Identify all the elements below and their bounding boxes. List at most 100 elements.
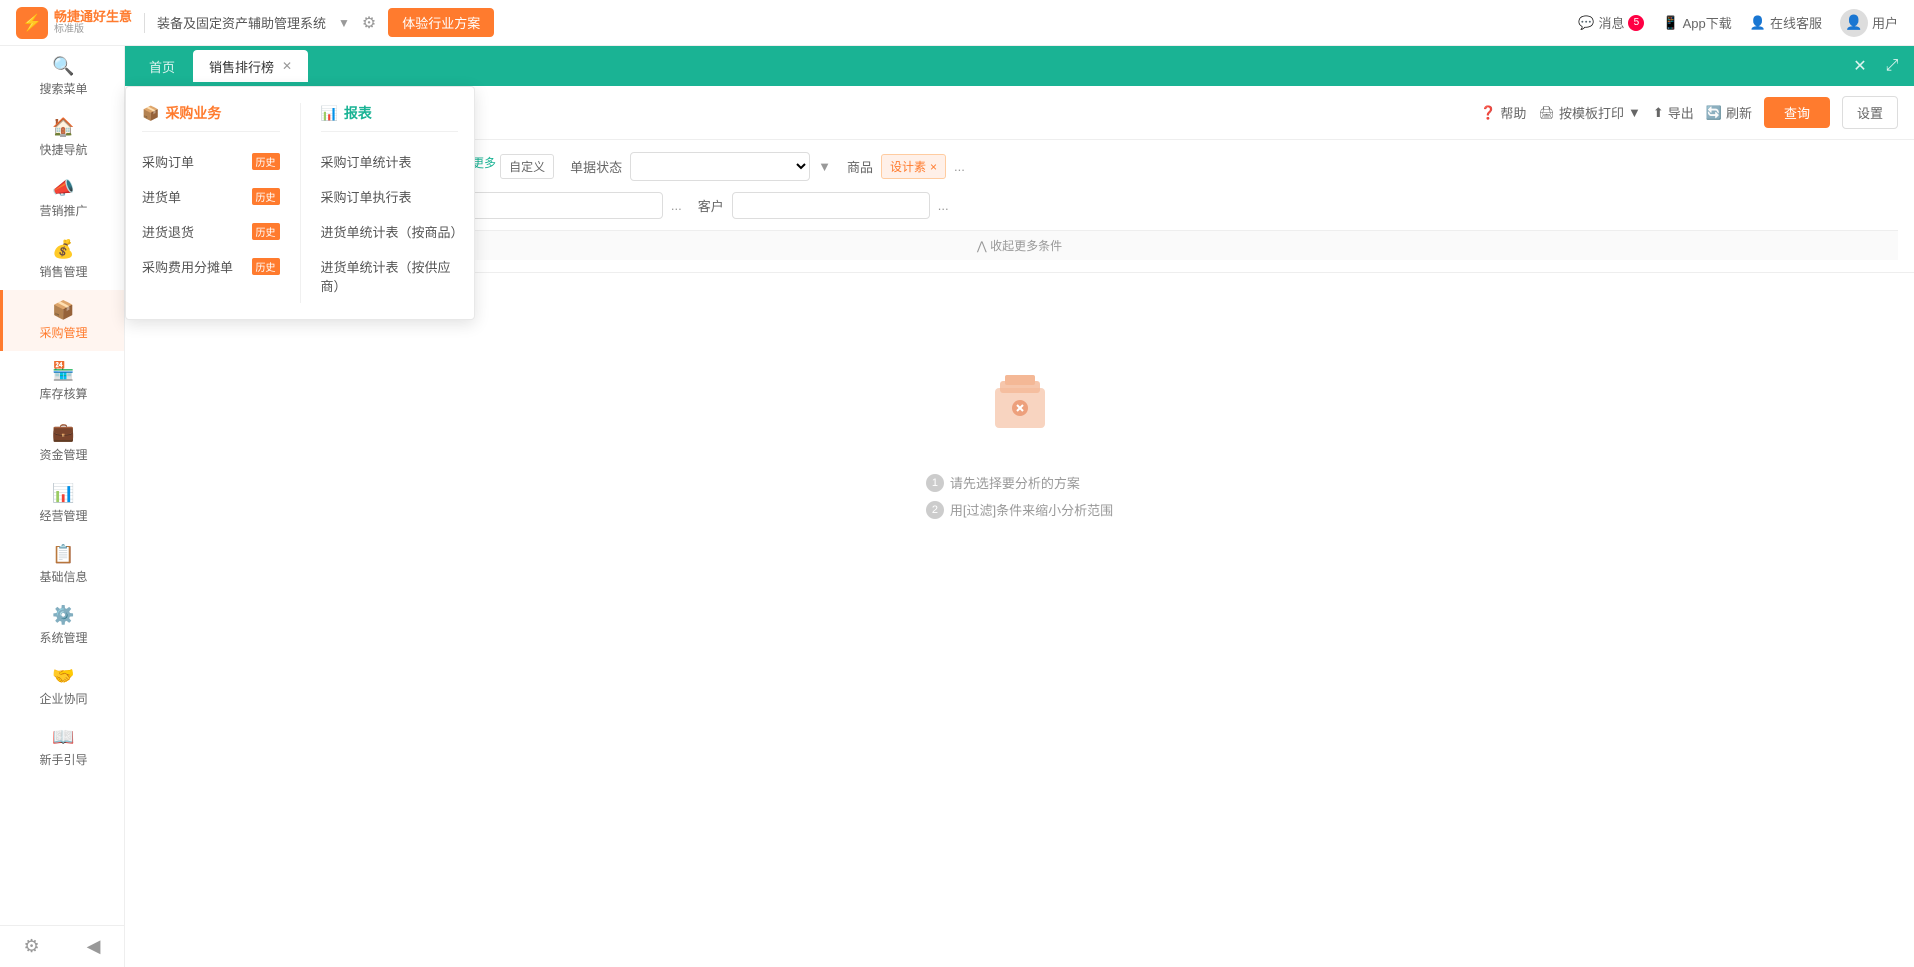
sidebar-item-finance[interactable]: 💼 资金管理 [0, 412, 124, 473]
sidebar-item-guide[interactable]: 📖 新手引导 [0, 717, 124, 778]
refresh-icon: 🔄 [1706, 105, 1722, 121]
sidebar-item-inventory[interactable]: 🏪 库存核算 [0, 351, 124, 412]
goods-return-label: 进货退货 [142, 222, 194, 241]
tab-close-icon[interactable]: ✕ [282, 59, 292, 73]
purchase-expense-label: 采购费用分摊单 [142, 257, 233, 276]
online-service-label: 在线客服 [1770, 13, 1822, 32]
dropdown-item-receipt-by-product[interactable]: 进货单统计表（按商品） [321, 214, 459, 249]
user-label: 用户 [1872, 13, 1898, 32]
refresh-action[interactable]: 🔄 刷新 [1706, 103, 1752, 122]
sidebar-item-sales[interactable]: 💰 销售管理 [0, 229, 124, 290]
salesperson-more[interactable]: ... [671, 198, 682, 213]
sidebar-label-finance: 资金管理 [39, 446, 87, 463]
dropdown-item-purchase-expense[interactable]: 采购费用分摊单 历史 [142, 249, 280, 284]
goods-receipt-history: 历史 [252, 188, 280, 205]
shortcut-more[interactable]: 更多 [472, 154, 496, 179]
sidebar-label-system: 系统管理 [39, 629, 87, 646]
avatar: 👤 [1840, 9, 1868, 37]
shortcut-custom[interactable]: 自定义 [500, 154, 554, 179]
sidebar-label-purchase: 采购管理 [39, 324, 87, 341]
print-label: 按模板打印 [1559, 103, 1624, 122]
sidebar-label-quick-nav: 快捷导航 [39, 141, 87, 158]
dropdown-item-order-exec[interactable]: 采购订单执行表 [321, 179, 459, 214]
help-action[interactable]: ❓ 帮助 [1480, 103, 1526, 122]
sidebar-item-system[interactable]: ⚙️ 系统管理 [0, 595, 124, 656]
logo-area: ⚡ 畅捷通好生意 标准版 [16, 7, 132, 39]
salesperson-input[interactable] [465, 192, 663, 219]
service-icon: 👤 [1750, 15, 1766, 31]
print-action[interactable]: 🖨 按模板打印 ▼ [1538, 103, 1640, 122]
tab-sales-rank[interactable]: 销售排行榜 ✕ [193, 50, 308, 82]
doc-status-select[interactable] [630, 152, 810, 181]
collapse-label: ⋀ 收起更多条件 [977, 239, 1062, 253]
print-dropdown-icon[interactable]: ▼ [1628, 105, 1641, 120]
order-stats-label: 采购订单统计表 [321, 152, 412, 171]
product-tag-close[interactable]: × [930, 160, 937, 174]
logo-sub: 标准版 [54, 24, 132, 36]
dropdown-item-order-stats[interactable]: 采购订单统计表 [321, 144, 459, 179]
sidebar-settings-btn[interactable]: ⚙ [24, 936, 40, 957]
notification-action[interactable]: 💬 消息 5 [1578, 13, 1644, 32]
doc-status-label: 单据状态 [570, 157, 622, 176]
sidebar-label-enterprise: 企业协同 [39, 690, 87, 707]
sidebar-label-guide: 新手引导 [39, 751, 87, 768]
app-download-action[interactable]: 📱 App下载 [1662, 13, 1731, 32]
user-action[interactable]: 👤 用户 [1840, 9, 1898, 37]
purchase-order-history: 历史 [252, 153, 280, 170]
hint-text-1: 请先选择要分析的方案 [950, 473, 1080, 492]
sidebar-label-operations: 经营管理 [39, 507, 87, 524]
marketing-icon: 📣 [52, 178, 74, 199]
sidebar-item-operations[interactable]: 📊 经营管理 [0, 473, 124, 534]
system-title-dropdown[interactable]: ▼ [338, 16, 350, 30]
tab-maximize-btn[interactable]: ⤢ [1878, 52, 1906, 80]
settings-button[interactable]: 设置 [1842, 96, 1898, 129]
customer-input[interactable] [732, 192, 930, 219]
purchase-order-label: 采购订单 [142, 152, 194, 171]
sidebar-label-inventory: 库存核算 [39, 385, 87, 402]
goods-receipt-label: 进货单 [142, 187, 181, 206]
online-service-action[interactable]: 👤 在线客服 [1750, 13, 1822, 32]
sidebar-item-marketing[interactable]: 📣 营销推广 [0, 168, 124, 229]
print-icon: 🖨 [1538, 105, 1555, 121]
sidebar-item-quick-nav[interactable]: 🏠 快捷导航 [0, 107, 124, 168]
dropdown-item-goods-return[interactable]: 进货退货 历史 [142, 214, 280, 249]
sidebar-collapse-btn[interactable]: ◀ [87, 936, 101, 957]
tab-close-window-btn[interactable]: ✕ [1846, 52, 1874, 80]
report-col-icon: 📊 [321, 105, 338, 122]
purchase-col-icon: 📦 [142, 105, 159, 122]
sidebar-item-enterprise[interactable]: 🤝 企业协同 [0, 656, 124, 717]
doc-status-group: 单据状态 ▼ [570, 152, 831, 181]
dropdown-item-goods-receipt[interactable]: 进货单 历史 [142, 179, 280, 214]
export-action[interactable]: ⬆ 导出 [1653, 103, 1694, 122]
phone-icon: 📱 [1662, 15, 1678, 31]
empty-hints: 1 请先选择要分析的方案 2 用[过滤]条件来缩小分析范围 [926, 473, 1113, 519]
purchase-icon: 📦 [52, 300, 74, 321]
customer-more[interactable]: ... [938, 198, 949, 213]
dropdown-divider [300, 103, 301, 303]
receipt-by-product-label: 进货单统计表（按商品） [321, 222, 459, 241]
export-label: 导出 [1668, 103, 1694, 122]
header-divider [144, 13, 145, 33]
sidebar-item-basic-info[interactable]: 📋 基础信息 [0, 534, 124, 595]
industry-btn[interactable]: 体验行业方案 [388, 8, 494, 37]
product-tag-text: 设计素 [890, 158, 926, 175]
sales-icon: 💰 [52, 239, 74, 260]
product-more[interactable]: ... [954, 159, 965, 174]
doc-status-more[interactable]: ▼ [818, 159, 831, 174]
logo-main: 畅捷通好生意 [54, 9, 132, 25]
empty-state: 1 请先选择要分析的方案 2 用[过滤]条件来缩小分析范围 [125, 273, 1914, 599]
query-button[interactable]: 查询 [1764, 97, 1830, 128]
settings-icon[interactable]: ⚙ [362, 13, 376, 33]
customer-label: 客户 [698, 196, 724, 215]
tab-home[interactable]: 首页 [133, 50, 191, 82]
inventory-icon: 🏪 [52, 361, 74, 382]
sidebar-item-search[interactable]: 🔍 搜索菜单 [0, 46, 124, 107]
dropdown-item-purchase-order[interactable]: 采购订单 历史 [142, 144, 280, 179]
finance-icon: 💼 [52, 422, 74, 443]
purchase-col: 📦 采购业务 采购订单 历史 进货单 历史 进货退货 历史 采购费用分摊单 历史 [142, 103, 280, 303]
sidebar-item-purchase[interactable]: 📦 采购管理 [0, 290, 124, 351]
dropdown-item-receipt-by-supplier[interactable]: 进货单统计表（按供应商） [321, 249, 459, 303]
report-col-title: 📊 报表 [321, 103, 459, 132]
tab-controls: ✕ ⤢ [1846, 52, 1906, 80]
refresh-label: 刷新 [1726, 103, 1752, 122]
